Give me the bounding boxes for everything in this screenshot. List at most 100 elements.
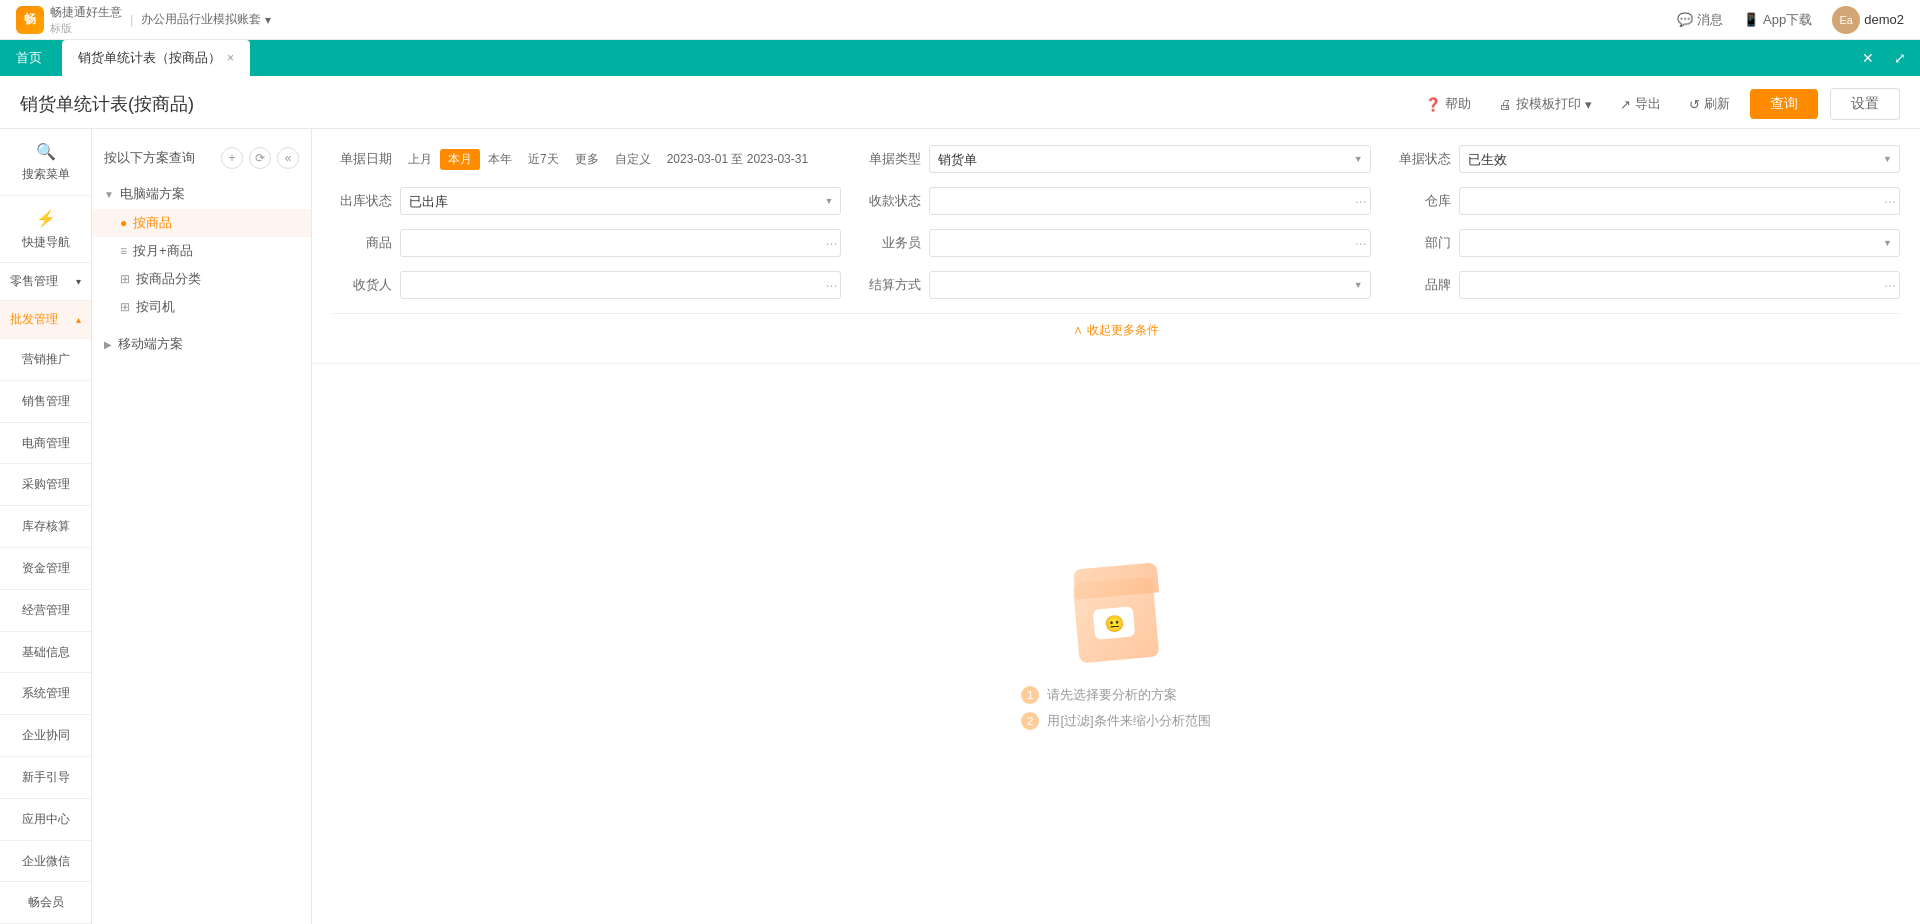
tree-mobile-parent[interactable]: ▶ 移动端方案 (92, 329, 311, 359)
tab-expand-icon[interactable]: ⤢ (1888, 46, 1912, 70)
sidebar-item-appcenter[interactable]: 应用中心 (0, 799, 91, 841)
salesperson-input[interactable] (929, 229, 1370, 257)
tree-desktop: ▼ 电脑端方案 ● 按商品 ≡ 按月+商品 ⊞ 按商品分类 ⊞ 按司机 (92, 175, 311, 325)
sidebar-item-finance[interactable]: 资金管理 (0, 548, 91, 590)
empty-face-icon: 😐 (1093, 606, 1135, 639)
date-tab-current-month[interactable]: 本月 (440, 149, 480, 170)
user-profile[interactable]: Ea demo2 (1832, 6, 1904, 34)
sidebar-item-sales[interactable]: 销售管理 (0, 381, 91, 423)
settle-select-wrapper (929, 271, 1370, 299)
add-scheme-button[interactable]: + (221, 147, 243, 169)
tab-close-window-icon[interactable]: ✕ (1856, 46, 1880, 70)
date-tab-custom[interactable]: 自定义 (607, 149, 659, 170)
sidebar-item-retail[interactable]: 零售管理 ▾ (0, 263, 91, 301)
message-button[interactable]: 💬 消息 (1677, 11, 1723, 29)
industry-selector[interactable]: 办公用品行业模拟账套 ▾ (141, 11, 271, 28)
filter-doc-status: 单据状态 已生效 (1391, 145, 1900, 173)
refresh-icon: ↺ (1689, 97, 1700, 112)
collapse-conditions-button[interactable]: ∧ 收起更多条件 (332, 313, 1900, 347)
goods-input[interactable] (400, 229, 841, 257)
sidebar-item-basic-info[interactable]: 基础信息 (0, 632, 91, 674)
sidebar-item-marketing[interactable]: 营销推广 (0, 339, 91, 381)
goods-input-wrapper: ··· (400, 229, 841, 257)
tree-child-by-month-goods[interactable]: ≡ 按月+商品 (92, 237, 311, 265)
goods-label: 商品 (332, 234, 392, 252)
salesperson-input-wrapper: ··· (929, 229, 1370, 257)
right-panel: 单据日期 上月 本月 本年 近7天 更多 自定义 2023-03-01 至 20… (312, 129, 1920, 924)
sidebar-item-enterprise[interactable]: 企业协同 (0, 715, 91, 757)
help-button[interactable]: ❓ 帮助 (1417, 91, 1479, 117)
help-icon: ❓ (1425, 97, 1441, 112)
settle-select[interactable] (929, 271, 1370, 299)
doc-status-select[interactable]: 已生效 (1459, 145, 1900, 173)
sidebar-item-wechat[interactable]: 企业微信 (0, 841, 91, 883)
warehouse-input[interactable] (1459, 187, 1900, 215)
sidebar-item-operations[interactable]: 经营管理 (0, 590, 91, 632)
tip-num-1: 1 (1021, 686, 1039, 704)
refresh-scheme-button[interactable]: ⟳ (249, 147, 271, 169)
sidebar-item-quick-nav[interactable]: ⚡ 快捷导航 (0, 196, 91, 263)
tab-bar: 首页 销货单统计表（按商品） × ✕ ⤢ (0, 40, 1920, 76)
sidebar-item-inventory[interactable]: 库存核算 (0, 506, 91, 548)
tree-child-by-goods[interactable]: ● 按商品 (92, 209, 311, 237)
tree-child-by-category[interactable]: ⊞ 按商品分类 (92, 265, 311, 293)
inner-content: 按以下方案查询 + ⟳ « ▼ 电脑端方案 ● 按商品 ≡ 按月 (92, 129, 1920, 924)
doc-status-label: 单据状态 (1391, 150, 1451, 168)
main-content: 🔍 搜索菜单 ⚡ 快捷导航 零售管理 ▾ 批发管理 ▴ 营销推广 销售管理 电商… (0, 129, 1920, 924)
sidebar-item-ecommerce[interactable]: 电商管理 (0, 423, 91, 465)
out-status-select[interactable]: 已出库 (400, 187, 841, 215)
tab-home[interactable]: 首页 (0, 40, 58, 76)
filter-warehouse: 仓库 ··· (1391, 187, 1900, 215)
tab-active[interactable]: 销货单统计表（按商品） × (62, 40, 250, 76)
brand-input[interactable] (1459, 271, 1900, 299)
date-tab-last-month[interactable]: 上月 (400, 149, 440, 170)
sidebar-item-search[interactable]: 🔍 搜索菜单 (0, 129, 91, 196)
top-header: 畅 畅捷通好生意 标版 | 办公用品行业模拟账套 ▾ 💬 消息 📱 App下载 … (0, 0, 1920, 40)
date-tab-more[interactable]: 更多 (567, 149, 607, 170)
tab-close-icon[interactable]: × (227, 52, 234, 64)
empty-illustration: 😐 (1056, 550, 1176, 670)
search-icon: 🔍 (36, 141, 56, 163)
goods-dots-button[interactable]: ··· (826, 235, 838, 251)
empty-state: 😐 1 请先选择要分析的方案 2 用[过滤]条件来缩小分析范围 (312, 364, 1920, 924)
doc-type-select[interactable]: 销货单 (929, 145, 1370, 173)
salesperson-dots-button[interactable]: ··· (1355, 235, 1367, 251)
header-left: 畅 畅捷通好生意 标版 | 办公用品行业模拟账套 ▾ (16, 4, 271, 36)
tree-child-by-driver[interactable]: ⊞ 按司机 (92, 293, 311, 321)
setting-button[interactable]: 设置 (1830, 88, 1900, 120)
tree-item-icon-2: ≡ (120, 244, 127, 258)
sidebar-item-system[interactable]: 系统管理 (0, 673, 91, 715)
date-tab-7days[interactable]: 近7天 (520, 149, 567, 170)
print-dropdown-icon: ▾ (1585, 97, 1592, 112)
filter-row-1: 单据日期 上月 本月 本年 近7天 更多 自定义 2023-03-01 至 20… (332, 145, 1900, 173)
tree-desktop-parent[interactable]: ▼ 电脑端方案 (92, 179, 311, 209)
warehouse-dots-button[interactable]: ··· (1884, 193, 1896, 209)
app-download-button[interactable]: 📱 App下载 (1743, 11, 1812, 29)
print-button[interactable]: 🖨 按模板打印 ▾ (1491, 91, 1600, 117)
refresh-button[interactable]: ↺ 刷新 (1681, 91, 1738, 117)
date-range-display: 2023-03-01 至 2023-03-31 (667, 151, 808, 168)
export-button[interactable]: ↗ 导出 (1612, 91, 1669, 117)
sidebar-item-wholesale[interactable]: 批发管理 ▴ (0, 301, 91, 339)
dept-label: 部门 (1391, 234, 1451, 252)
app-icon: 📱 (1743, 12, 1759, 27)
sidebar-item-purchase[interactable]: 采购管理 (0, 464, 91, 506)
receipt-status-dots-button[interactable]: ··· (1355, 193, 1367, 209)
industry-dropdown-icon: ▾ (265, 13, 271, 27)
dept-select[interactable] (1459, 229, 1900, 257)
page-actions: ❓ 帮助 🖨 按模板打印 ▾ ↗ 导出 ↺ 刷新 查询 设置 (1417, 88, 1900, 120)
query-button[interactable]: 查询 (1750, 89, 1818, 119)
receipt-status-label: 收款状态 (861, 192, 921, 210)
empty-tip-1: 1 请先选择要分析的方案 (1021, 686, 1210, 704)
date-tab-current-year[interactable]: 本年 (480, 149, 520, 170)
filter-out-status: 出库状态 已出库 (332, 187, 841, 215)
filter-brand: 品牌 ··· (1391, 271, 1900, 299)
brand-dots-button[interactable]: ··· (1884, 277, 1896, 293)
sidebar-item-guide[interactable]: 新手引导 (0, 757, 91, 799)
receiver-input[interactable] (400, 271, 841, 299)
tree-collapse-icon: ▶ (104, 339, 112, 350)
sidebar-item-member[interactable]: 畅会员 (0, 882, 91, 924)
receiver-dots-button[interactable]: ··· (826, 277, 838, 293)
receipt-status-input[interactable] (929, 187, 1370, 215)
collapse-panel-button[interactable]: « (277, 147, 299, 169)
